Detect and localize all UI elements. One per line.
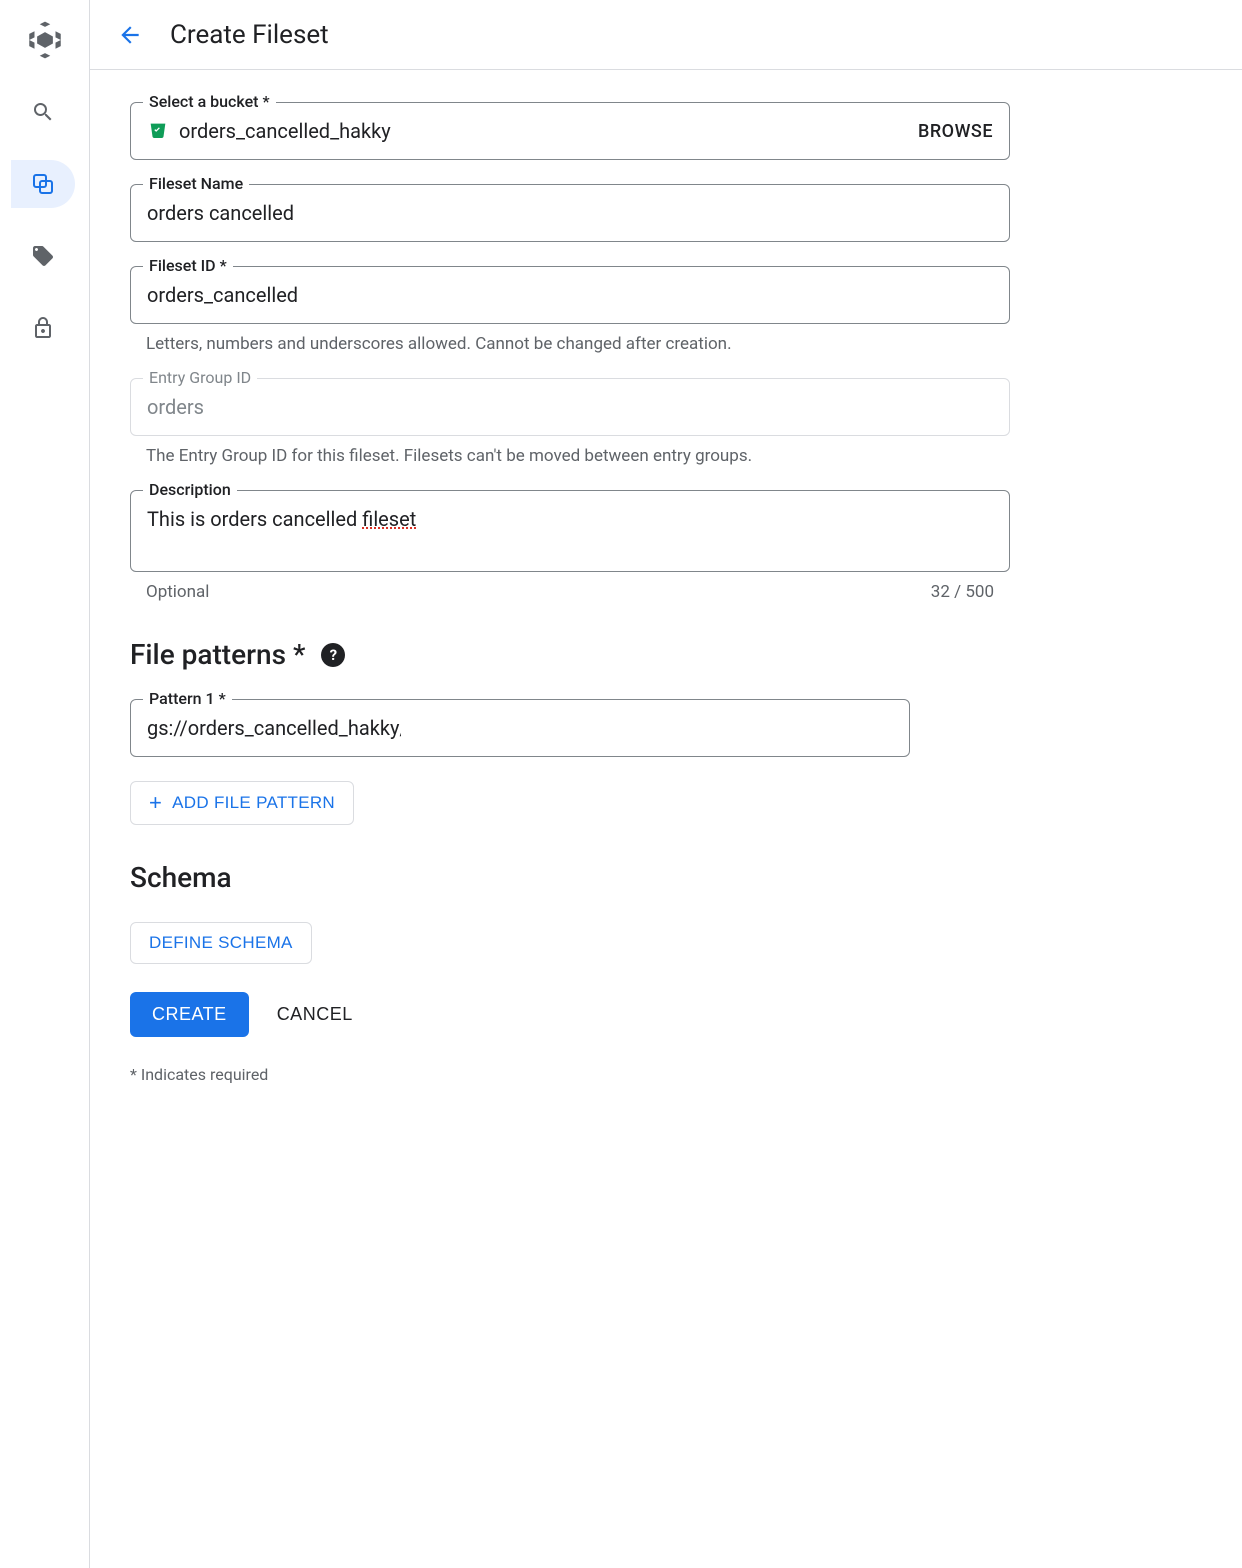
plus-icon: +: [149, 792, 162, 814]
page-header: Create Fileset: [90, 0, 1242, 70]
product-logo-icon: [21, 16, 69, 64]
description-field: Description This is orders cancelled fil…: [130, 490, 1010, 602]
add-file-pattern-button[interactable]: + ADD FILE PATTERN: [130, 781, 354, 825]
nav-search[interactable]: [11, 88, 75, 136]
fileset-id-field: Fileset ID * Letters, numbers and unders…: [130, 266, 1010, 354]
pattern-1-input[interactable]: [147, 716, 401, 740]
nav-tags[interactable]: [11, 232, 75, 280]
nav-entry-groups[interactable]: [11, 160, 75, 208]
bucket-icon: [147, 120, 169, 142]
back-button[interactable]: [114, 19, 146, 51]
pattern-1-field: Pattern 1 *: [130, 699, 910, 757]
bucket-input[interactable]: [179, 119, 908, 143]
description-label: Description: [143, 480, 237, 499]
fileset-id-input[interactable]: [147, 283, 401, 307]
create-button[interactable]: CREATE: [130, 992, 249, 1037]
entry-group-label: Entry Group ID: [143, 368, 257, 387]
browse-button[interactable]: BROWSE: [918, 121, 993, 142]
schema-title: Schema: [130, 861, 1010, 894]
bucket-field: Select a bucket * BROWSE: [130, 102, 1010, 160]
page-title: Create Fileset: [170, 20, 329, 50]
nav-policies[interactable]: [11, 304, 75, 352]
lock-icon: [31, 316, 55, 340]
tag-icon: [31, 244, 55, 268]
define-schema-button[interactable]: DEFINE SCHEMA: [130, 922, 312, 964]
fileset-name-input[interactable]: [147, 201, 401, 225]
main-content: Create Fileset Select a bucket * BROWSE: [90, 0, 1242, 1568]
pattern-1-label: Pattern 1 *: [143, 689, 232, 708]
fileset-name-field: Fileset Name: [130, 184, 1010, 242]
description-input[interactable]: This is orders cancelled fileset: [147, 507, 993, 555]
entry-groups-icon: [31, 172, 55, 196]
description-counter: 32 / 500: [931, 582, 994, 602]
arrow-left-icon: [117, 22, 143, 48]
sidebar: [0, 0, 90, 1568]
help-icon[interactable]: ?: [321, 643, 345, 667]
cancel-button[interactable]: CANCEL: [277, 1004, 353, 1025]
description-optional: Optional: [146, 582, 209, 602]
required-note: * Indicates required: [130, 1065, 1010, 1084]
entry-group-helper: The Entry Group ID for this fileset. Fil…: [130, 446, 1010, 466]
search-icon: [31, 100, 55, 124]
entry-group-input: [147, 395, 401, 419]
fileset-name-label: Fileset Name: [143, 174, 249, 193]
bucket-label: Select a bucket *: [143, 92, 276, 111]
file-patterns-title: File patterns * ?: [130, 638, 1010, 671]
fileset-id-label: Fileset ID *: [143, 256, 233, 275]
entry-group-field: Entry Group ID The Entry Group ID for th…: [130, 378, 1010, 466]
fileset-id-helper: Letters, numbers and underscores allowed…: [130, 334, 1010, 354]
